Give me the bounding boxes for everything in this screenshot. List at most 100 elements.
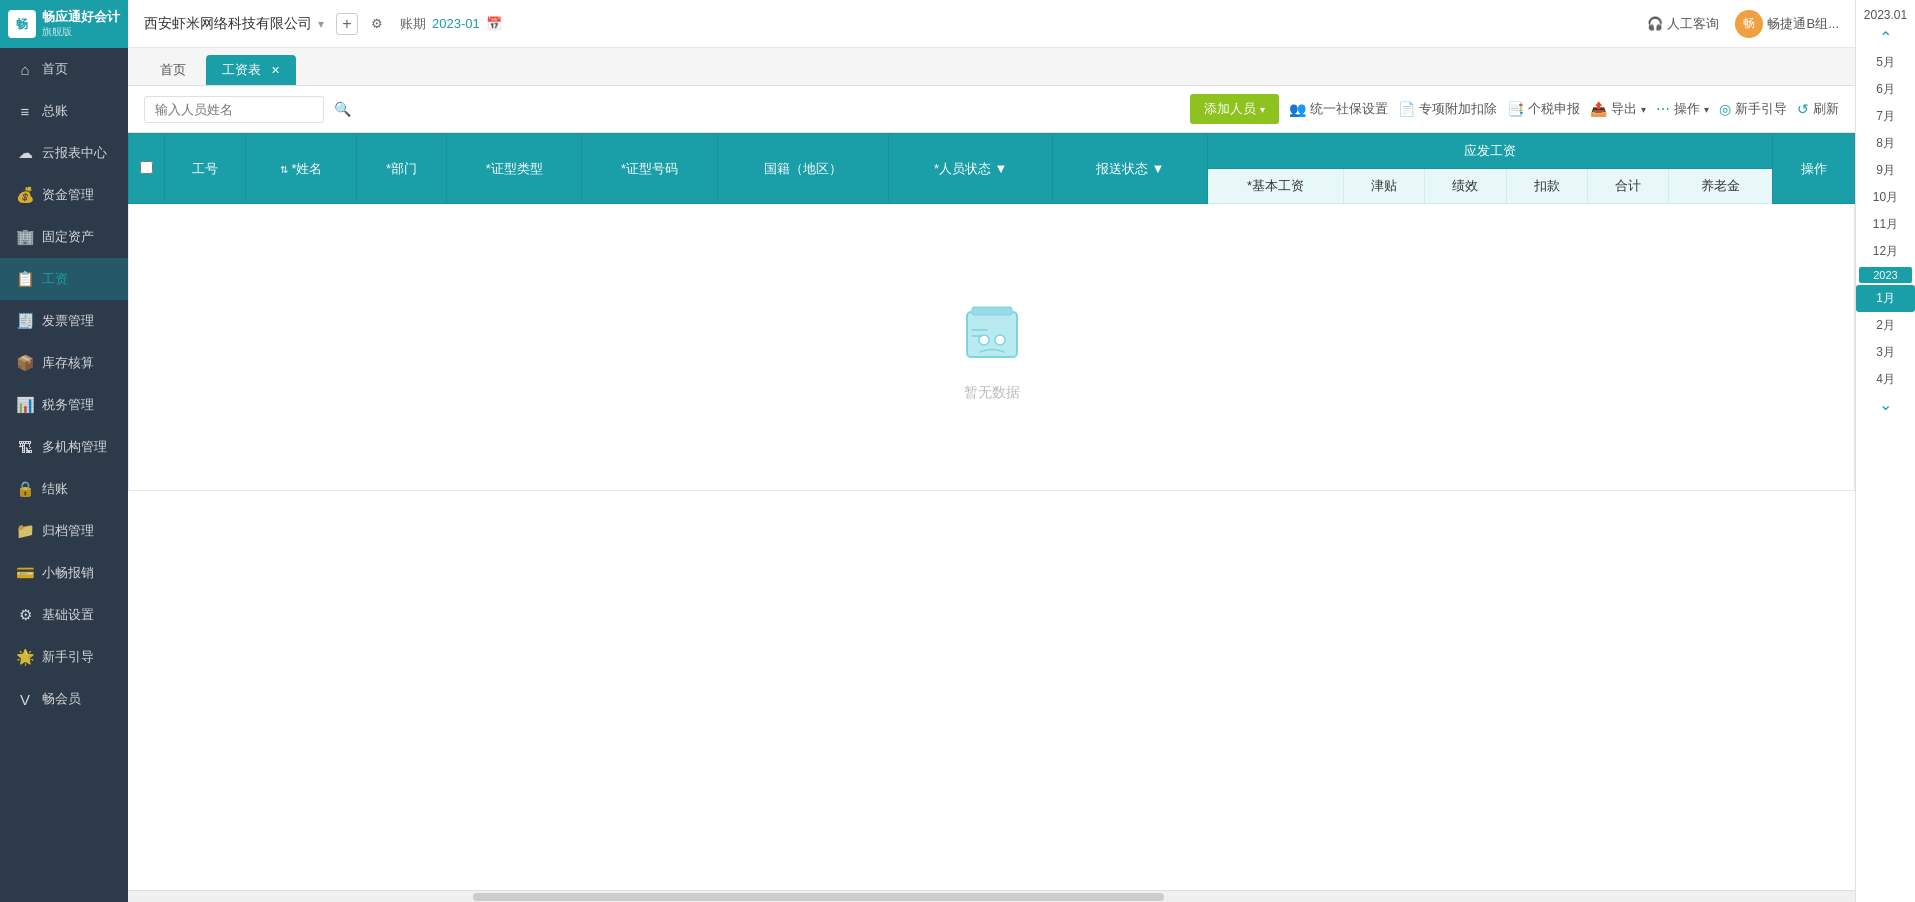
operations-icon: ⋯ <box>1656 101 1670 117</box>
col-allowance-header: 津贴 <box>1343 169 1424 204</box>
month-3[interactable]: 3月 <box>1856 339 1915 366</box>
invoice-icon: 🧾 <box>16 312 34 330</box>
month-4[interactable]: 4月 <box>1856 366 1915 393</box>
close-period-icon: 🔒 <box>16 480 34 498</box>
search-icon[interactable]: 🔍 <box>334 101 351 117</box>
special-deduction-label: 专项附加扣除 <box>1419 100 1497 118</box>
new-guide-button[interactable]: ◎ 新手引导 <box>1719 100 1787 118</box>
add-person-button[interactable]: 添加人员 ▾ <box>1190 94 1279 124</box>
sidebar-item-expense[interactable]: 💳 小畅报销 <box>0 552 128 594</box>
scrollbar-thumb[interactable] <box>473 893 1164 901</box>
col-status-header[interactable]: *人员状态 ▼ <box>889 134 1053 204</box>
sidebar-item-archive[interactable]: 📁 归档管理 <box>0 510 128 552</box>
header-right: 🎧 人工客询 畅 畅捷通B组... <box>1647 10 1839 38</box>
export-button[interactable]: 📤 导出 ▾ <box>1590 100 1646 118</box>
month-10[interactable]: 10月 <box>1856 184 1915 211</box>
month-8[interactable]: 8月 <box>1856 130 1915 157</box>
sidebar-item-member-label: 畅会员 <box>42 690 81 708</box>
svg-point-3 <box>995 335 1005 345</box>
col-pension-header: 养老金 <box>1669 169 1773 204</box>
col-idtype-header: *证型类型 <box>447 134 582 204</box>
user-menu-button[interactable]: 畅 畅捷通B组... <box>1735 10 1839 38</box>
refresh-icon: ↺ <box>1797 101 1809 117</box>
sidebar-item-salary-label: 工资 <box>42 270 68 288</box>
empty-state-text: 暂无数据 <box>964 384 1020 402</box>
sidebar-item-funds[interactable]: 💰 资金管理 <box>0 174 128 216</box>
tab-home[interactable]: 首页 <box>144 55 202 85</box>
add-person-chevron-icon: ▾ <box>1260 104 1265 115</box>
social-security-button[interactable]: 👥 统一社保设置 <box>1289 100 1388 118</box>
tab-salary-close-icon[interactable]: ✕ <box>271 64 280 76</box>
sidebar-item-home[interactable]: ⌂ 首页 <box>0 48 128 90</box>
sidebar-item-settings[interactable]: ⚙ 基础设置 <box>0 594 128 636</box>
month-12[interactable]: 12月 <box>1856 238 1915 265</box>
tax-filing-label: 个税申报 <box>1528 100 1580 118</box>
sidebar-item-ledger[interactable]: ≡ 总账 <box>0 90 128 132</box>
sidebar-item-ledger-label: 总账 <box>42 102 68 120</box>
special-deduction-button[interactable]: 📄 专项附加扣除 <box>1398 100 1497 118</box>
col-name-header: ⇅ *姓名 <box>246 134 356 204</box>
horizontal-scrollbar[interactable] <box>128 890 1855 902</box>
company-settings-button[interactable]: ⚙ <box>366 13 388 35</box>
tab-salary[interactable]: 工资表 ✕ <box>206 55 296 85</box>
sidebar-item-assets[interactable]: 🏢 固定资产 <box>0 216 128 258</box>
sidebar-item-inventory-label: 库存核算 <box>42 354 94 372</box>
sidebar-item-member[interactable]: V 畅会员 <box>0 678 128 720</box>
logo-subtitle: 旗舰版 <box>42 25 120 39</box>
sidebar-item-tax[interactable]: 📊 税务管理 <box>0 384 128 426</box>
month-11[interactable]: 11月 <box>1856 211 1915 238</box>
sidebar-item-funds-label: 资金管理 <box>42 186 94 204</box>
sort-name-icon[interactable]: ⇅ <box>280 164 288 175</box>
logo-text-group: 畅应通好会计 旗舰版 <box>42 9 120 39</box>
year-badge: 2023 <box>1859 267 1912 283</box>
assets-icon: 🏢 <box>16 228 34 246</box>
calendar-icon[interactable]: 📅 <box>486 16 502 31</box>
salary-icon: 📋 <box>16 270 34 288</box>
sidebar-item-multi[interactable]: 🏗 多机构管理 <box>0 426 128 468</box>
refresh-button[interactable]: ↺ 刷新 <box>1797 100 1839 118</box>
select-all-checkbox[interactable] <box>140 161 153 174</box>
reports-icon: ☁ <box>16 144 34 162</box>
col-report-header[interactable]: 报送状态 ▼ <box>1053 134 1208 204</box>
right-panel-down-button[interactable]: ⌄ <box>1877 393 1894 416</box>
sidebar-item-reports[interactable]: ☁ 云报表中心 <box>0 132 128 174</box>
search-input[interactable] <box>144 96 324 123</box>
month-5[interactable]: 5月 <box>1856 49 1915 76</box>
guide-icon: 🌟 <box>16 648 34 666</box>
inventory-icon: 📦 <box>16 354 34 372</box>
sidebar-item-invoice[interactable]: 🧾 发票管理 <box>0 300 128 342</box>
month-6[interactable]: 6月 <box>1856 76 1915 103</box>
human-service-button[interactable]: 🎧 人工客询 <box>1647 15 1719 33</box>
new-guide-label: 新手引导 <box>1735 100 1787 118</box>
add-company-button[interactable]: + <box>336 13 358 35</box>
col-checkbox-header[interactable] <box>129 134 165 204</box>
month-7[interactable]: 7月 <box>1856 103 1915 130</box>
month-9[interactable]: 9月 <box>1856 157 1915 184</box>
sidebar-item-multi-label: 多机构管理 <box>42 438 107 456</box>
col-dept-header: *部门 <box>356 134 446 204</box>
sidebar-item-guide[interactable]: 🌟 新手引导 <box>0 636 128 678</box>
home-icon: ⌂ <box>16 61 34 78</box>
month-2[interactable]: 2月 <box>1856 312 1915 339</box>
right-panel-up-button[interactable]: ⌃ <box>1877 26 1894 49</box>
month-1[interactable]: 1月 <box>1856 285 1915 312</box>
col-id-header: 工号 <box>165 134 246 204</box>
tax-filing-button[interactable]: 📑 个税申报 <box>1507 100 1580 118</box>
right-panel-year-header: 2023.01 <box>1860 4 1911 26</box>
headphone-icon: 🎧 <box>1647 16 1663 31</box>
period-value: 2023-01 <box>432 16 480 31</box>
sidebar-item-close[interactable]: 🔒 结账 <box>0 468 128 510</box>
archive-icon: 📁 <box>16 522 34 540</box>
operations-chevron-icon: ▾ <box>1704 104 1709 115</box>
toolbar-right: 添加人员 ▾ 👥 统一社保设置 📄 专项附加扣除 📑 个税申报 📤 导出 ▾ <box>1190 94 1839 124</box>
sidebar-item-expense-label: 小畅报销 <box>42 564 94 582</box>
user-avatar: 畅 <box>1735 10 1763 38</box>
sidebar-item-inventory[interactable]: 📦 库存核算 <box>0 342 128 384</box>
special-deduction-icon: 📄 <box>1398 101 1415 117</box>
tax-filing-icon: 📑 <box>1507 101 1524 117</box>
company-selector[interactable]: 西安虾米网络科技有限公司 ▾ <box>144 15 324 33</box>
sidebar-item-salary[interactable]: 📋 工资 <box>0 258 128 300</box>
social-security-label: 统一社保设置 <box>1310 100 1388 118</box>
operations-button[interactable]: ⋯ 操作 ▾ <box>1656 100 1709 118</box>
sidebar-item-archive-label: 归档管理 <box>42 522 94 540</box>
